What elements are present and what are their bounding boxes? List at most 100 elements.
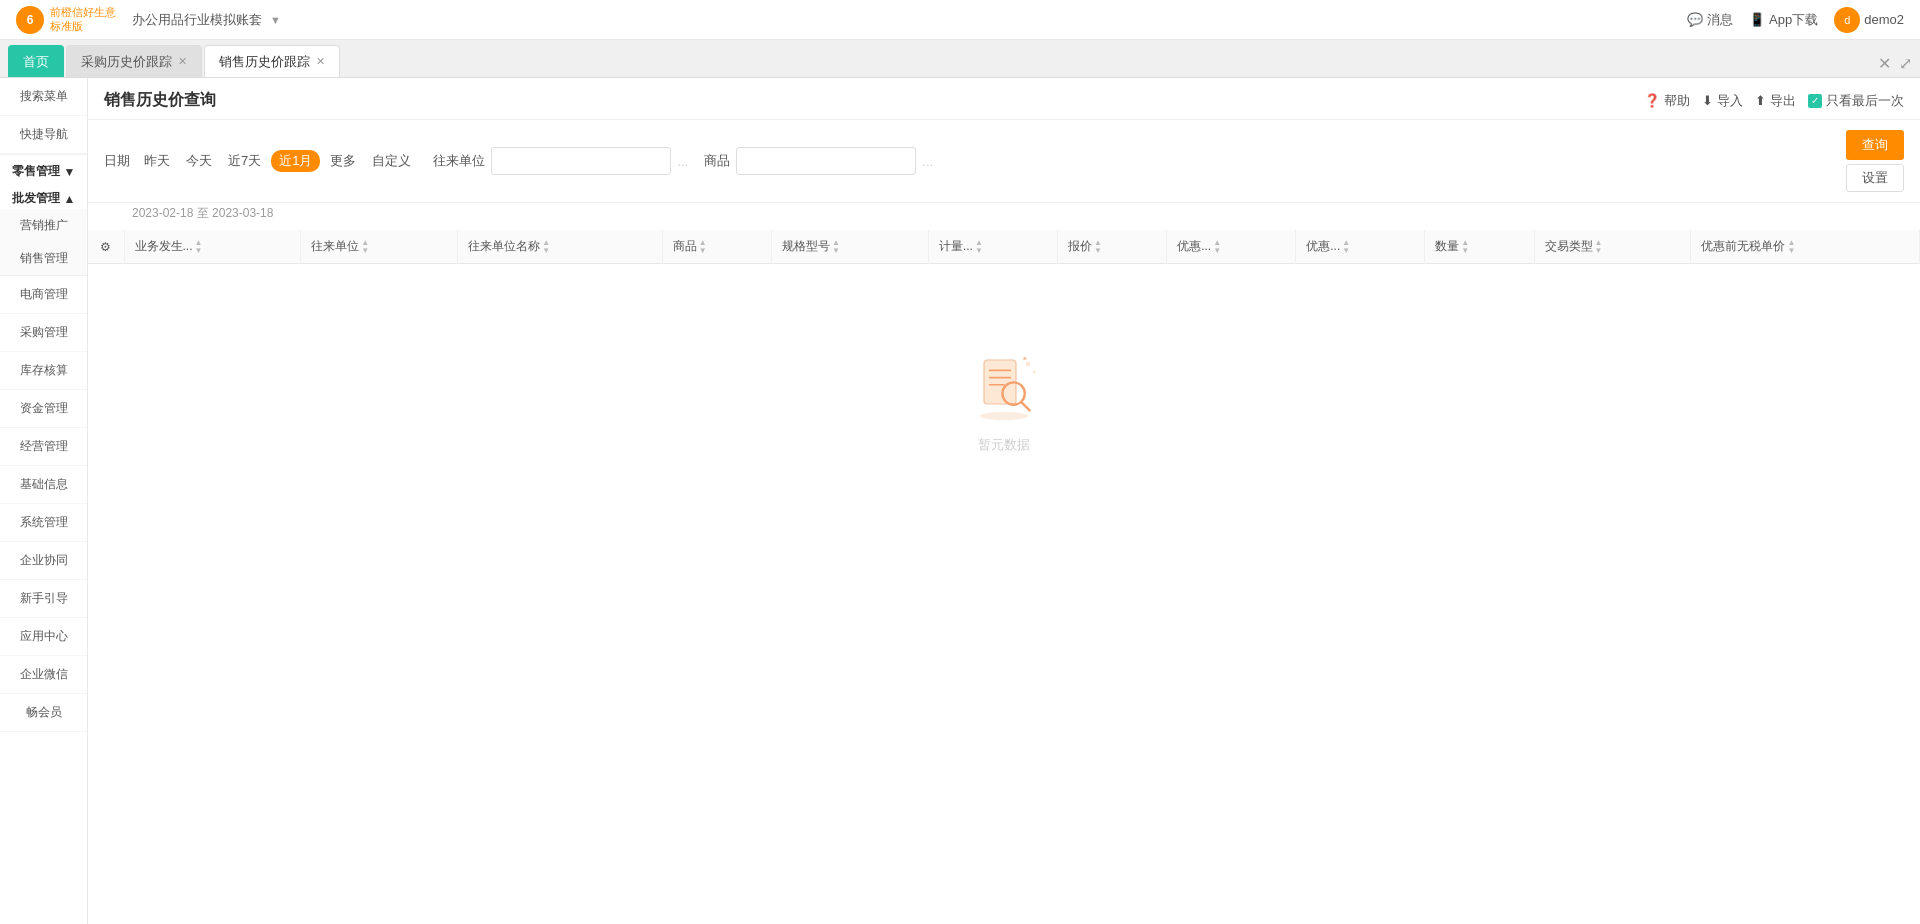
th-pre-tax[interactable]: 优惠前无税单价 ▲▼ (1691, 230, 1920, 264)
sort-arrows-quote: ▲▼ (1094, 239, 1102, 255)
svg-point-8 (1033, 370, 1036, 373)
date-opt-today[interactable]: 今天 (180, 150, 218, 172)
retail-mgmt-arrow-icon: ▼ (64, 165, 76, 179)
wholesale-mgmt-arrow-icon: ▲ (64, 192, 76, 206)
tab-bar: 首页 采购历史价跟踪 ✕ 销售历史价跟踪 ✕ ✕ ⤢ (0, 40, 1920, 78)
th-trade-type[interactable]: 交易类型 ▲▼ (1534, 230, 1691, 264)
table-container: ⚙ 业务发生... ▲▼ 往来单位 ▲▼ (88, 230, 1920, 924)
th-discount2[interactable]: 优惠... ▲▼ (1296, 230, 1425, 264)
quick-nav-label: 快捷导航 (20, 126, 68, 143)
sidebar-item-system-mgmt[interactable]: 系统管理 (0, 504, 87, 542)
logo-area: 6 前橙信好生意 标准版 (16, 6, 116, 34)
app-download-icon: 📱 (1749, 12, 1765, 27)
top-bar-right: 💬 消息 📱 App下载 d demo2 (1687, 7, 1904, 33)
tab-sales-label: 销售历史价跟踪 (219, 53, 310, 71)
sidebar-item-new-guide[interactable]: 新手引导 (0, 580, 87, 618)
logo-icon: 6 (16, 6, 44, 34)
product-dots-btn[interactable]: ... (922, 154, 933, 169)
sidebar: 搜索菜单 快捷导航 零售管理 ▼ 批发管理 ▲ 营销推广 销售管理 电商管理 采… (0, 78, 88, 924)
search-menu-label: 搜索菜单 (20, 88, 68, 105)
import-btn[interactable]: ⬇ 导入 (1702, 92, 1743, 110)
th-partner-code[interactable]: 往来单位 ▲▼ (301, 230, 458, 264)
tab-purchase[interactable]: 采购历史价跟踪 ✕ (66, 45, 202, 77)
sidebar-item-wholesale-mgmt[interactable]: 批发管理 ▲ (0, 182, 87, 209)
app-download-btn[interactable]: 📱 App下载 (1749, 11, 1818, 29)
wholesale-mgmt-label: 批发管理 (12, 190, 60, 207)
sidebar-item-quick-nav[interactable]: 快捷导航 (0, 116, 87, 154)
th-quote[interactable]: 报价 ▲▼ (1057, 230, 1166, 264)
tab-expand-icon[interactable]: ⤢ (1899, 54, 1912, 73)
filter-bar: 日期 昨天 今天 近7天 近1月 更多 自定义 往来单位 ... 商品 (88, 120, 1920, 203)
sort-arrows-biz-date: ▲▼ (195, 239, 203, 255)
date-opt-yesterday[interactable]: 昨天 (138, 150, 176, 172)
app-title: 办公用品行业模拟账套 (132, 11, 262, 29)
export-btn[interactable]: ⬆ 导出 (1755, 92, 1796, 110)
sidebar-item-member[interactable]: 畅会员 (0, 694, 87, 732)
sidebar-item-purchase-mgmt[interactable]: 采购管理 (0, 314, 87, 352)
settings-button[interactable]: 设置 (1846, 164, 1904, 192)
sidebar-item-ops-mgmt[interactable]: 经营管理 (0, 428, 87, 466)
partner-input[interactable] (491, 147, 671, 175)
user-avatar-area[interactable]: d demo2 (1834, 7, 1904, 33)
date-options: 昨天 今天 近7天 近1月 更多 自定义 (138, 150, 417, 172)
sort-arrows-quantity: ▲▼ (1461, 239, 1469, 255)
sidebar-item-enterprise-wechat[interactable]: 企业微信 (0, 656, 87, 694)
th-biz-date[interactable]: 业务发生... ▲▼ (124, 230, 301, 264)
message-btn[interactable]: 💬 消息 (1687, 11, 1733, 29)
partner-filter-label: 往来单位 (433, 152, 485, 170)
sidebar-item-sales-mgmt[interactable]: 销售管理 (0, 242, 87, 275)
sidebar-item-enterprise-coop[interactable]: 企业协同 (0, 542, 87, 580)
sidebar-item-app-center[interactable]: 应用中心 (0, 618, 87, 656)
help-btn[interactable]: ❓ 帮助 (1644, 92, 1690, 110)
sidebar-item-marketing[interactable]: 营销推广 (0, 209, 87, 242)
th-partner-name[interactable]: 往来单位名称 ▲▼ (458, 230, 663, 264)
dropdown-arrow-icon[interactable]: ▼ (270, 14, 281, 26)
empty-state: 暂元数据 (88, 264, 1920, 534)
sort-arrows-unit: ▲▼ (975, 239, 983, 255)
th-product[interactable]: 商品 ▲▼ (662, 230, 771, 264)
th-unit[interactable]: 计量... ▲▼ (928, 230, 1057, 264)
svg-point-9 (1023, 357, 1026, 360)
date-range-display: 2023-02-18 至 2023-03-18 (132, 205, 273, 222)
query-button[interactable]: 查询 (1846, 130, 1904, 160)
th-spec[interactable]: 规格型号 ▲▼ (772, 230, 929, 264)
empty-text: 暂元数据 (978, 436, 1030, 454)
sidebar-item-basic-info[interactable]: 基础信息 (0, 466, 87, 504)
date-opt-custom[interactable]: 自定义 (366, 150, 417, 172)
sidebar-item-search-menu[interactable]: 搜索菜单 (0, 78, 87, 116)
only-last-toggle[interactable]: ✓ 只看最后一次 (1808, 92, 1904, 110)
sort-arrows-partner-name: ▲▼ (542, 239, 550, 255)
partner-dots-btn[interactable]: ... (677, 154, 688, 169)
sort-arrows-discount2: ▲▼ (1342, 239, 1350, 255)
th-quantity[interactable]: 数量 ▲▼ (1425, 230, 1534, 264)
sort-arrows-discount1: ▲▼ (1213, 239, 1221, 255)
tab-home-label: 首页 (23, 53, 49, 71)
filter-date-range-row: 2023-02-18 至 2023-03-18 (88, 203, 1920, 230)
tab-home[interactable]: 首页 (8, 45, 64, 77)
message-icon: 💬 (1687, 12, 1703, 27)
sidebar-item-finance[interactable]: 资金管理 (0, 390, 87, 428)
th-discount1[interactable]: 优惠... ▲▼ (1167, 230, 1296, 264)
filter-buttons: 查询 设置 (1846, 130, 1904, 192)
tab-close-all-icon[interactable]: ✕ (1878, 54, 1891, 73)
svg-line-6 (1022, 402, 1030, 410)
product-input[interactable] (736, 147, 916, 175)
tab-sales[interactable]: 销售历史价跟踪 ✕ (204, 45, 340, 77)
date-opt-last7[interactable]: 近7天 (222, 150, 267, 172)
sidebar-item-inventory[interactable]: 库存核算 (0, 352, 87, 390)
sidebar-item-retail-mgmt[interactable]: 零售管理 ▼ (0, 155, 87, 182)
table-header-row: ⚙ 业务发生... ▲▼ 往来单位 ▲▼ (88, 230, 1920, 264)
tab-purchase-close-icon[interactable]: ✕ (178, 55, 187, 68)
retail-mgmt-label: 零售管理 (12, 163, 60, 180)
logo-text: 前橙信好生意 标准版 (50, 6, 116, 32)
sidebar-item-ecommerce-mgmt[interactable]: 电商管理 (0, 276, 87, 314)
main-layout: 搜索菜单 快捷导航 零售管理 ▼ 批发管理 ▲ 营销推广 销售管理 电商管理 采… (0, 78, 1920, 924)
only-last-checkbox[interactable]: ✓ (1808, 94, 1822, 108)
data-table: ⚙ 业务发生... ▲▼ 往来单位 ▲▼ (88, 230, 1920, 264)
avatar: d (1834, 7, 1860, 33)
gear-icon[interactable]: ⚙ (100, 240, 111, 254)
th-gear[interactable]: ⚙ (88, 230, 124, 264)
date-opt-more[interactable]: 更多 (324, 150, 362, 172)
date-opt-last1m[interactable]: 近1月 (271, 150, 320, 172)
tab-sales-close-icon[interactable]: ✕ (316, 55, 325, 68)
